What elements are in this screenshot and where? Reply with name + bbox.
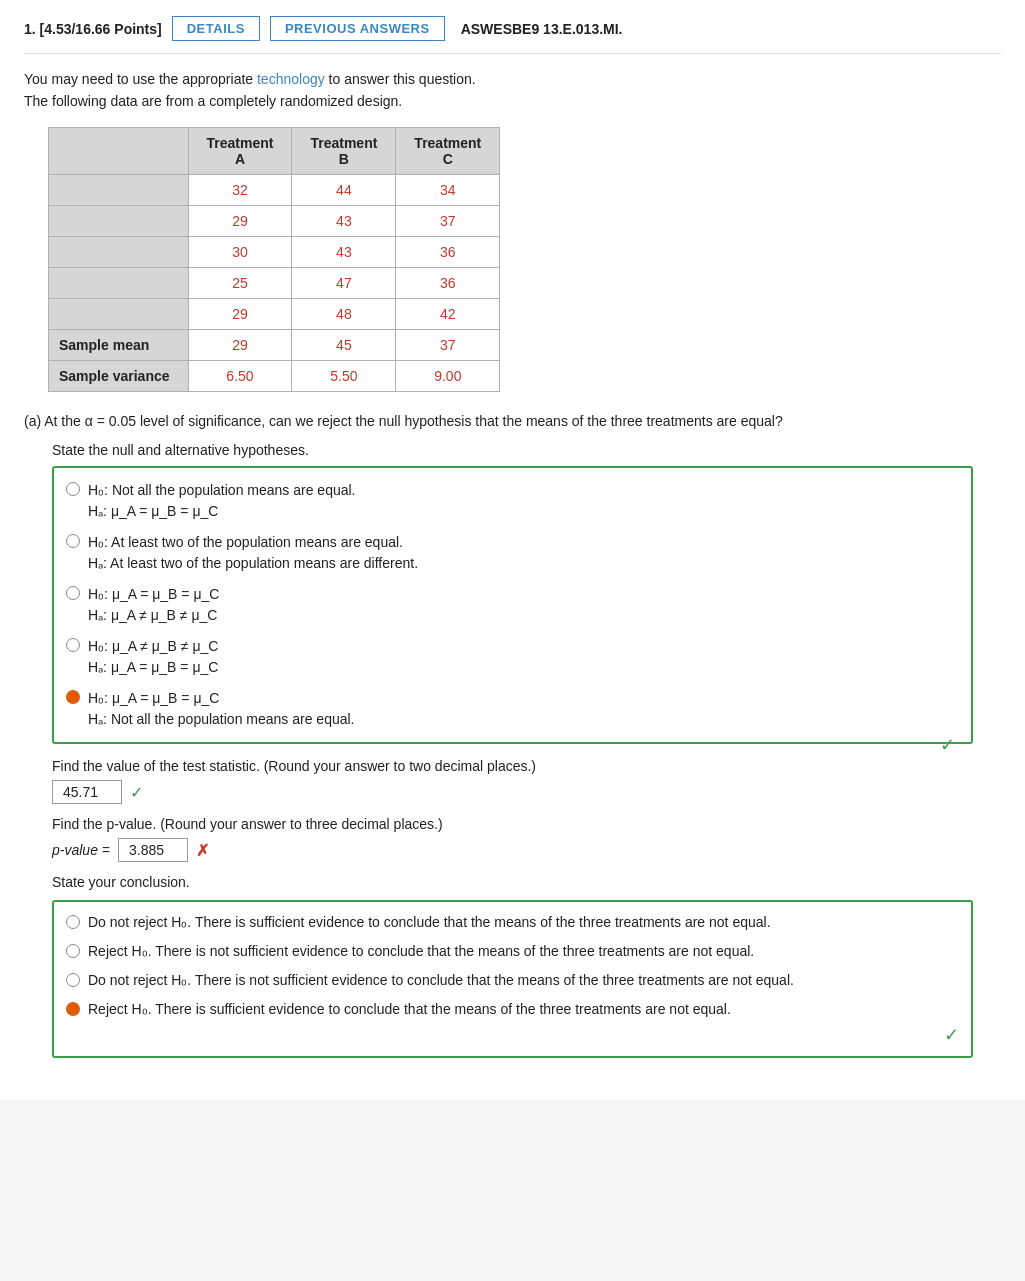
conclusion-option-c4[interactable]: Reject H₀. There is sufficient evidence … [66,999,959,1020]
state-hypotheses-label: State the null and alternative hypothese… [52,442,1001,458]
technology-link[interactable]: technology [257,71,325,87]
test-stat-label: Find the value of the test statistic. (R… [52,758,1001,774]
radio-opt1[interactable] [66,482,80,496]
pvalue-answer-row: p-value = 3.885 ✗ [52,838,1001,862]
pvalue-input[interactable]: 3.885 [118,838,188,862]
hypothesis-option-opt4[interactable]: H₀: μ_A ≠ μ_B ≠ μ_CHₐ: μ_A = μ_B = μ_C [66,636,955,678]
hypothesis-checkmark: ✓ [940,734,955,756]
radio-opt5[interactable] [66,690,80,704]
intro-line2: The following data are from a completely… [24,90,1001,112]
col-header-c: TreatmentC [396,127,500,174]
points-label: 1. [4.53/16.66 Points] [24,21,162,37]
data-table-section: TreatmentA TreatmentB TreatmentC 3244342… [24,127,1001,392]
conclusion-option-c3[interactable]: Do not reject H₀. There is not sufficien… [66,970,959,991]
hypothesis-option-opt1[interactable]: H₀: Not all the population means are equ… [66,480,955,522]
conclusion-label: State your conclusion. [52,874,1001,890]
conclusion-options-box: Do not reject H₀. There is sufficient ev… [52,900,973,1058]
radio-conc-c4[interactable] [66,1002,80,1016]
pvalue-prefix: p-value = [52,842,110,858]
intro-section: You may need to use the appropriate tech… [24,68,1001,113]
pvalue-cross: ✗ [196,841,209,860]
radio-conc-c1[interactable] [66,915,80,929]
radio-conc-c2[interactable] [66,944,80,958]
hypothesis-option-opt3[interactable]: H₀: μ_A = μ_B = μ_CHₐ: μ_A ≠ μ_B ≠ μ_C [66,584,955,626]
intro-line1: You may need to use the appropriate tech… [24,68,1001,90]
previous-answers-button[interactable]: PREVIOUS ANSWERS [270,16,445,41]
conclusion-option-c1[interactable]: Do not reject H₀. There is sufficient ev… [66,912,959,933]
test-stat-check: ✓ [130,783,143,802]
blank-header [49,127,189,174]
hypothesis-option-opt5[interactable]: H₀: μ_A = μ_B = μ_CHₐ: Not all the popul… [66,688,955,730]
conclusion-option-c2[interactable]: Reject H₀. There is not sufficient evide… [66,941,959,962]
hypothesis-option-opt2[interactable]: H₀: At least two of the population means… [66,532,955,574]
radio-opt3[interactable] [66,586,80,600]
col-header-a: TreatmentA [188,127,292,174]
col-header-b: TreatmentB [292,127,396,174]
radio-opt4[interactable] [66,638,80,652]
part-a-question: (a) At the α = 0.05 level of significanc… [24,410,1001,432]
question-code: ASWESBE9 13.E.013.MI. [461,21,623,37]
test-stat-input[interactable]: 45.71 [52,780,122,804]
question-header: 1. [4.53/16.66 Points] DETAILS PREVIOUS … [24,16,1001,54]
pvalue-label: Find the p-value. (Round your answer to … [52,816,1001,832]
details-button[interactable]: DETAILS [172,16,260,41]
hypothesis-options-box: H₀: Not all the population means are equ… [52,466,973,744]
test-stat-answer-row: 45.71 ✓ [52,780,1001,804]
radio-opt2[interactable] [66,534,80,548]
radio-conc-c3[interactable] [66,973,80,987]
test-stat-section: Find the value of the test statistic. (R… [52,758,1001,890]
conclusion-checkmark: ✓ [66,1024,959,1046]
data-table: TreatmentA TreatmentB TreatmentC 3244342… [48,127,500,392]
